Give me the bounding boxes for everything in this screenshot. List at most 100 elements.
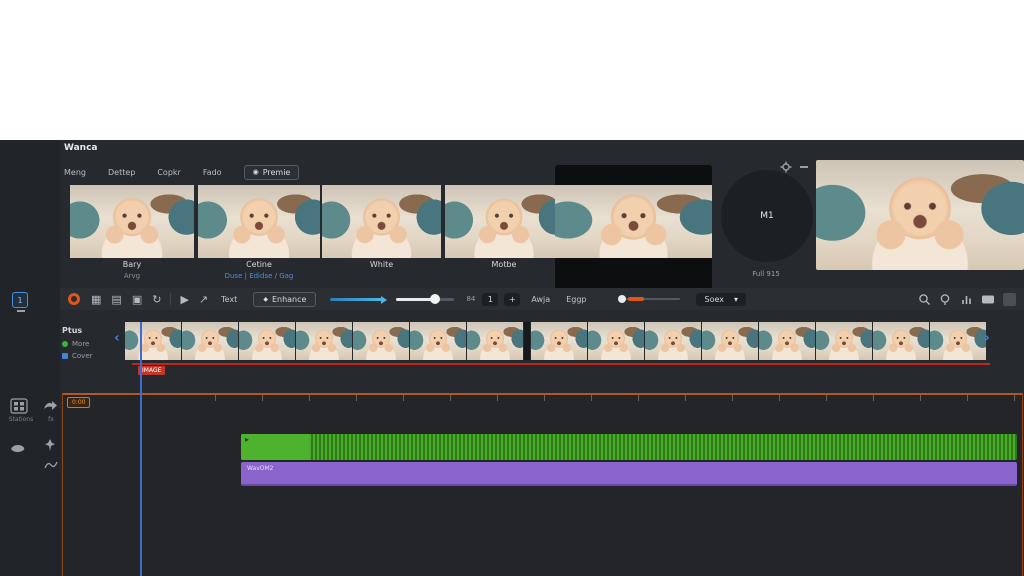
zoom-fit-icon[interactable] [939,293,952,306]
volume-slider-segment [628,297,645,301]
timeline-thumbnail[interactable] [467,322,523,360]
speed-dropdown-value: Soex [704,294,724,304]
mode-caption: Full 915 [752,270,780,278]
timeline-panel[interactable]: 0:00 ▸ WavOM2 [62,393,1023,576]
clip-thumbnail[interactable] [322,185,441,258]
clip-card[interactable]: Motbe [445,140,563,290]
pin-icon[interactable] [44,438,56,452]
clip-card[interactable]: Cetine Duse | Edidse / Gag [198,140,320,290]
selected-clip-frame[interactable] [555,165,712,291]
timeline-thumbnail[interactable] [759,322,815,360]
gear-icon[interactable] [780,161,792,173]
ruler-tick [544,395,545,401]
timeline-thumbnail[interactable] [182,322,238,360]
zoom-slider-knob[interactable] [430,293,441,304]
text-tool-button[interactable]: Text [221,295,237,304]
rail-item-label: Stations [8,416,34,423]
toolbar-label-b[interactable]: Eggp [566,295,586,304]
timeline-thumbnail[interactable] [645,322,701,360]
mode-circle-button[interactable]: M1 [721,170,813,262]
ruler-tick [920,395,921,401]
volume-slider-knob[interactable] [618,295,627,303]
ruler-tick [685,395,686,401]
chevron-down-icon: ▾ [733,294,738,304]
progress-indicator [330,295,388,304]
ruler-tick [591,395,592,401]
strip-left-chevron-icon[interactable]: ‹ [114,330,120,346]
ruler-tick [967,395,968,401]
clip-links: Duse | Edidse / Gag [198,272,320,280]
clip-thumbnail[interactable] [198,185,320,258]
ruler-tick [215,395,216,401]
play-icon[interactable]: ▶ [180,294,188,305]
strip-right-chevron-icon[interactable]: › [984,330,990,346]
clip-link[interactable]: Edidse [249,272,272,280]
timeline-thumbnail[interactable] [353,322,409,360]
undo-icon[interactable]: ↻ [152,294,161,305]
media-grid-icon[interactable] [10,398,28,414]
timeline-thumbnail[interactable] [410,322,466,360]
grid-view-icon[interactable]: ▦ [91,294,101,305]
timeline-thumbnail[interactable] [296,322,352,360]
timeline-thumbnail[interactable] [531,322,587,360]
minimize-dash-icon[interactable] [800,166,808,168]
preview-monitor[interactable] [816,160,1024,270]
video-editor-window: Wanca Meng Dettep Copkr Fado ◉ Premie Ba… [0,140,1024,576]
panel-toggle-icon[interactable] [1003,292,1016,306]
sticker-icon[interactable] [10,442,26,454]
mode-panel: M1 Full 915 [700,158,832,288]
plus-button[interactable]: + [504,292,521,306]
ruler-tick [497,395,498,401]
timeline-thumbnail[interactable] [930,322,986,360]
screen-icon[interactable] [981,294,995,305]
music-track[interactable]: WavOM2 [241,462,1017,486]
clip-link[interactable]: Duse [225,272,243,280]
audio-track-head[interactable] [241,434,309,460]
timeline-thumbnail[interactable] [239,322,295,360]
search-icon[interactable] [918,293,931,306]
frame-input[interactable]: 1 [482,292,499,306]
zoom-value: 84 [466,295,476,303]
selected-clip-thumbnail[interactable] [555,185,712,258]
clip-card[interactable]: Bary Arvg [70,140,194,290]
forward-icon[interactable] [42,398,58,412]
music-track-label: WavOM2 [247,465,274,472]
zoom-slider-fill [396,297,433,301]
screen: Wanca Meng Dettep Copkr Fado ◉ Premie Ba… [0,0,1024,576]
clip-title: White [369,260,394,269]
timeline-thumbnail[interactable] [702,322,758,360]
speed-dropdown[interactable]: Soex ▾ [696,292,746,306]
volume-slider[interactable] [618,295,681,303]
playhead[interactable] [140,322,142,576]
track-count-tool[interactable]: 1 [12,292,28,312]
audio-waveform-track[interactable]: ▸ [241,434,1017,460]
levels-icon[interactable] [960,293,973,306]
timeline-thumbnail[interactable] [873,322,929,360]
clip-type-badge: IMAGE [138,366,166,375]
clip-thumbnail[interactable] [445,185,563,258]
timeline-thumbnail[interactable] [816,322,872,360]
timeline-filmstrip[interactable] [125,322,986,362]
enhance-button-label: Enhance [271,294,307,304]
track-toggle-blue[interactable]: Cover [62,352,124,360]
zoom-slider[interactable] [396,293,455,304]
ruler-tick [262,395,263,401]
pointer-icon[interactable]: ↗ [199,294,208,305]
ruler-tick [732,395,733,401]
timeline-thumbnail[interactable] [125,322,181,360]
curve-icon[interactable] [44,460,58,470]
clip-subtitle: Arvg [123,272,141,280]
toolbar-right-icons [918,288,1016,310]
enhance-button[interactable]: ◆ Enhance [253,291,317,307]
clip-thumbnail[interactable] [70,185,194,258]
clip-card[interactable]: White [322,140,441,290]
timeline-thumbnail[interactable] [588,322,644,360]
card-view-icon[interactable]: ▤ [111,294,121,305]
toolbar-label-a[interactable]: Awja [531,295,550,304]
clip-title: Cetine [246,260,272,269]
ruler-tick [873,395,874,401]
clip-link[interactable]: Gag [279,272,293,280]
ruler-tick [403,395,404,401]
record-icon[interactable] [68,293,80,305]
layers-icon[interactable]: ▣ [132,294,142,305]
